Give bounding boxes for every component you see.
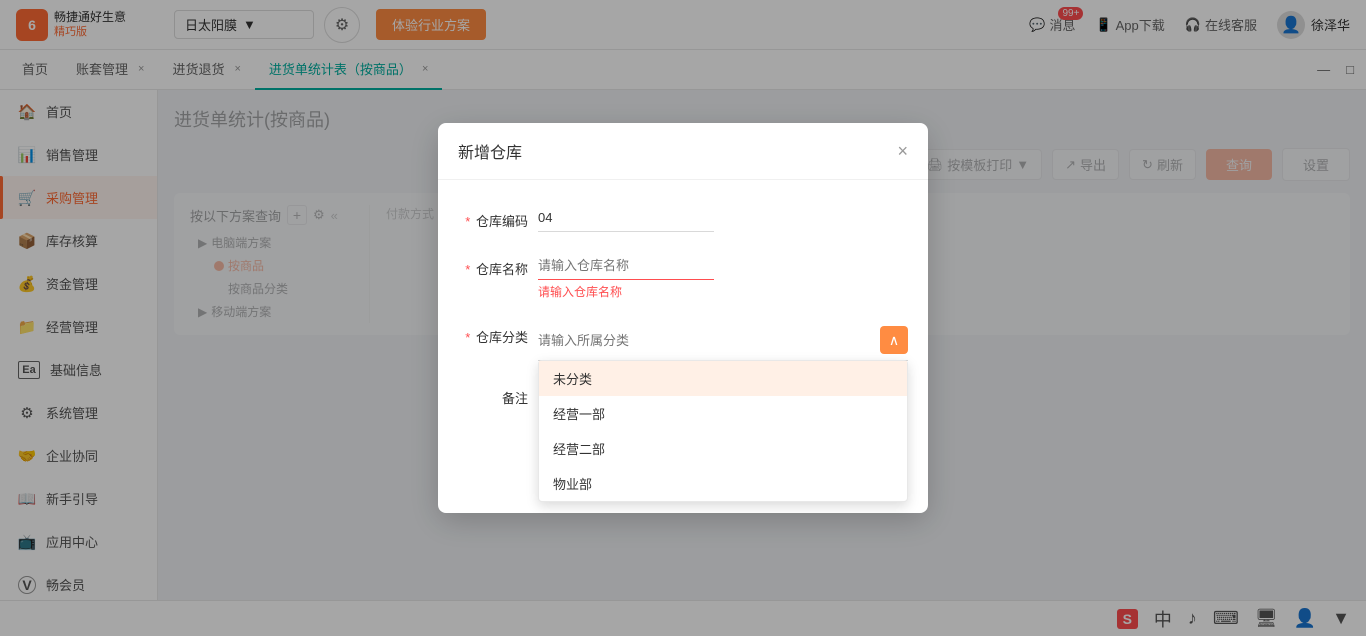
warehouse-note-label: 备注 — [458, 381, 538, 407]
warehouse-name-error: 请输入仓库名称 — [538, 283, 714, 300]
warehouse-category-input-wrap: ∧ 未分类 经营一部 经营二部 物业部 — [538, 320, 908, 361]
warehouse-code-input-wrap — [538, 204, 908, 232]
required-star-2: * — [465, 262, 470, 277]
modal-title: 新增仓库 — [458, 139, 522, 163]
warehouse-code-label: * 仓库编码 — [458, 204, 538, 230]
dropdown-item-dept3[interactable]: 物业部 — [539, 466, 907, 501]
warehouse-code-input[interactable] — [538, 204, 714, 232]
warehouse-name-input[interactable] — [538, 252, 714, 280]
category-toggle-button[interactable]: ∧ — [880, 326, 908, 354]
modal-header: 新增仓库 × — [438, 123, 928, 180]
warehouse-category-input[interactable] — [538, 333, 880, 348]
required-star: * — [465, 214, 470, 229]
modal-close-button[interactable]: × — [897, 141, 908, 162]
category-dropdown: 未分类 经营一部 经营二部 物业部 — [538, 360, 908, 502]
warehouse-category-row: * 仓库分类 ∧ 未分类 经营一部 经营二部 物业部 — [458, 320, 908, 361]
warehouse-name-label: * 仓库名称 — [458, 252, 538, 278]
warehouse-name-input-wrap: 请输入仓库名称 — [538, 252, 714, 300]
add-warehouse-modal: 新增仓库 × * 仓库编码 * 仓库名称 请输入仓库名称 — [438, 123, 928, 513]
dropdown-item-dept2[interactable]: 经营二部 — [539, 431, 907, 466]
modal-body: * 仓库编码 * 仓库名称 请输入仓库名称 * — [438, 180, 928, 445]
chevron-up-icon: ∧ — [889, 332, 899, 349]
warehouse-code-row: * 仓库编码 — [458, 204, 908, 232]
dropdown-item-dept1[interactable]: 经营一部 — [539, 396, 907, 431]
required-star-3: * — [465, 330, 470, 345]
warehouse-name-row: * 仓库名称 请输入仓库名称 — [458, 252, 908, 300]
warehouse-category-label: * 仓库分类 — [458, 320, 538, 346]
dropdown-item-uncategorized[interactable]: 未分类 — [539, 361, 907, 396]
warehouse-category-input-container: ∧ — [538, 320, 908, 361]
warehouse-name-inner: * 仓库名称 请输入仓库名称 — [458, 252, 714, 300]
